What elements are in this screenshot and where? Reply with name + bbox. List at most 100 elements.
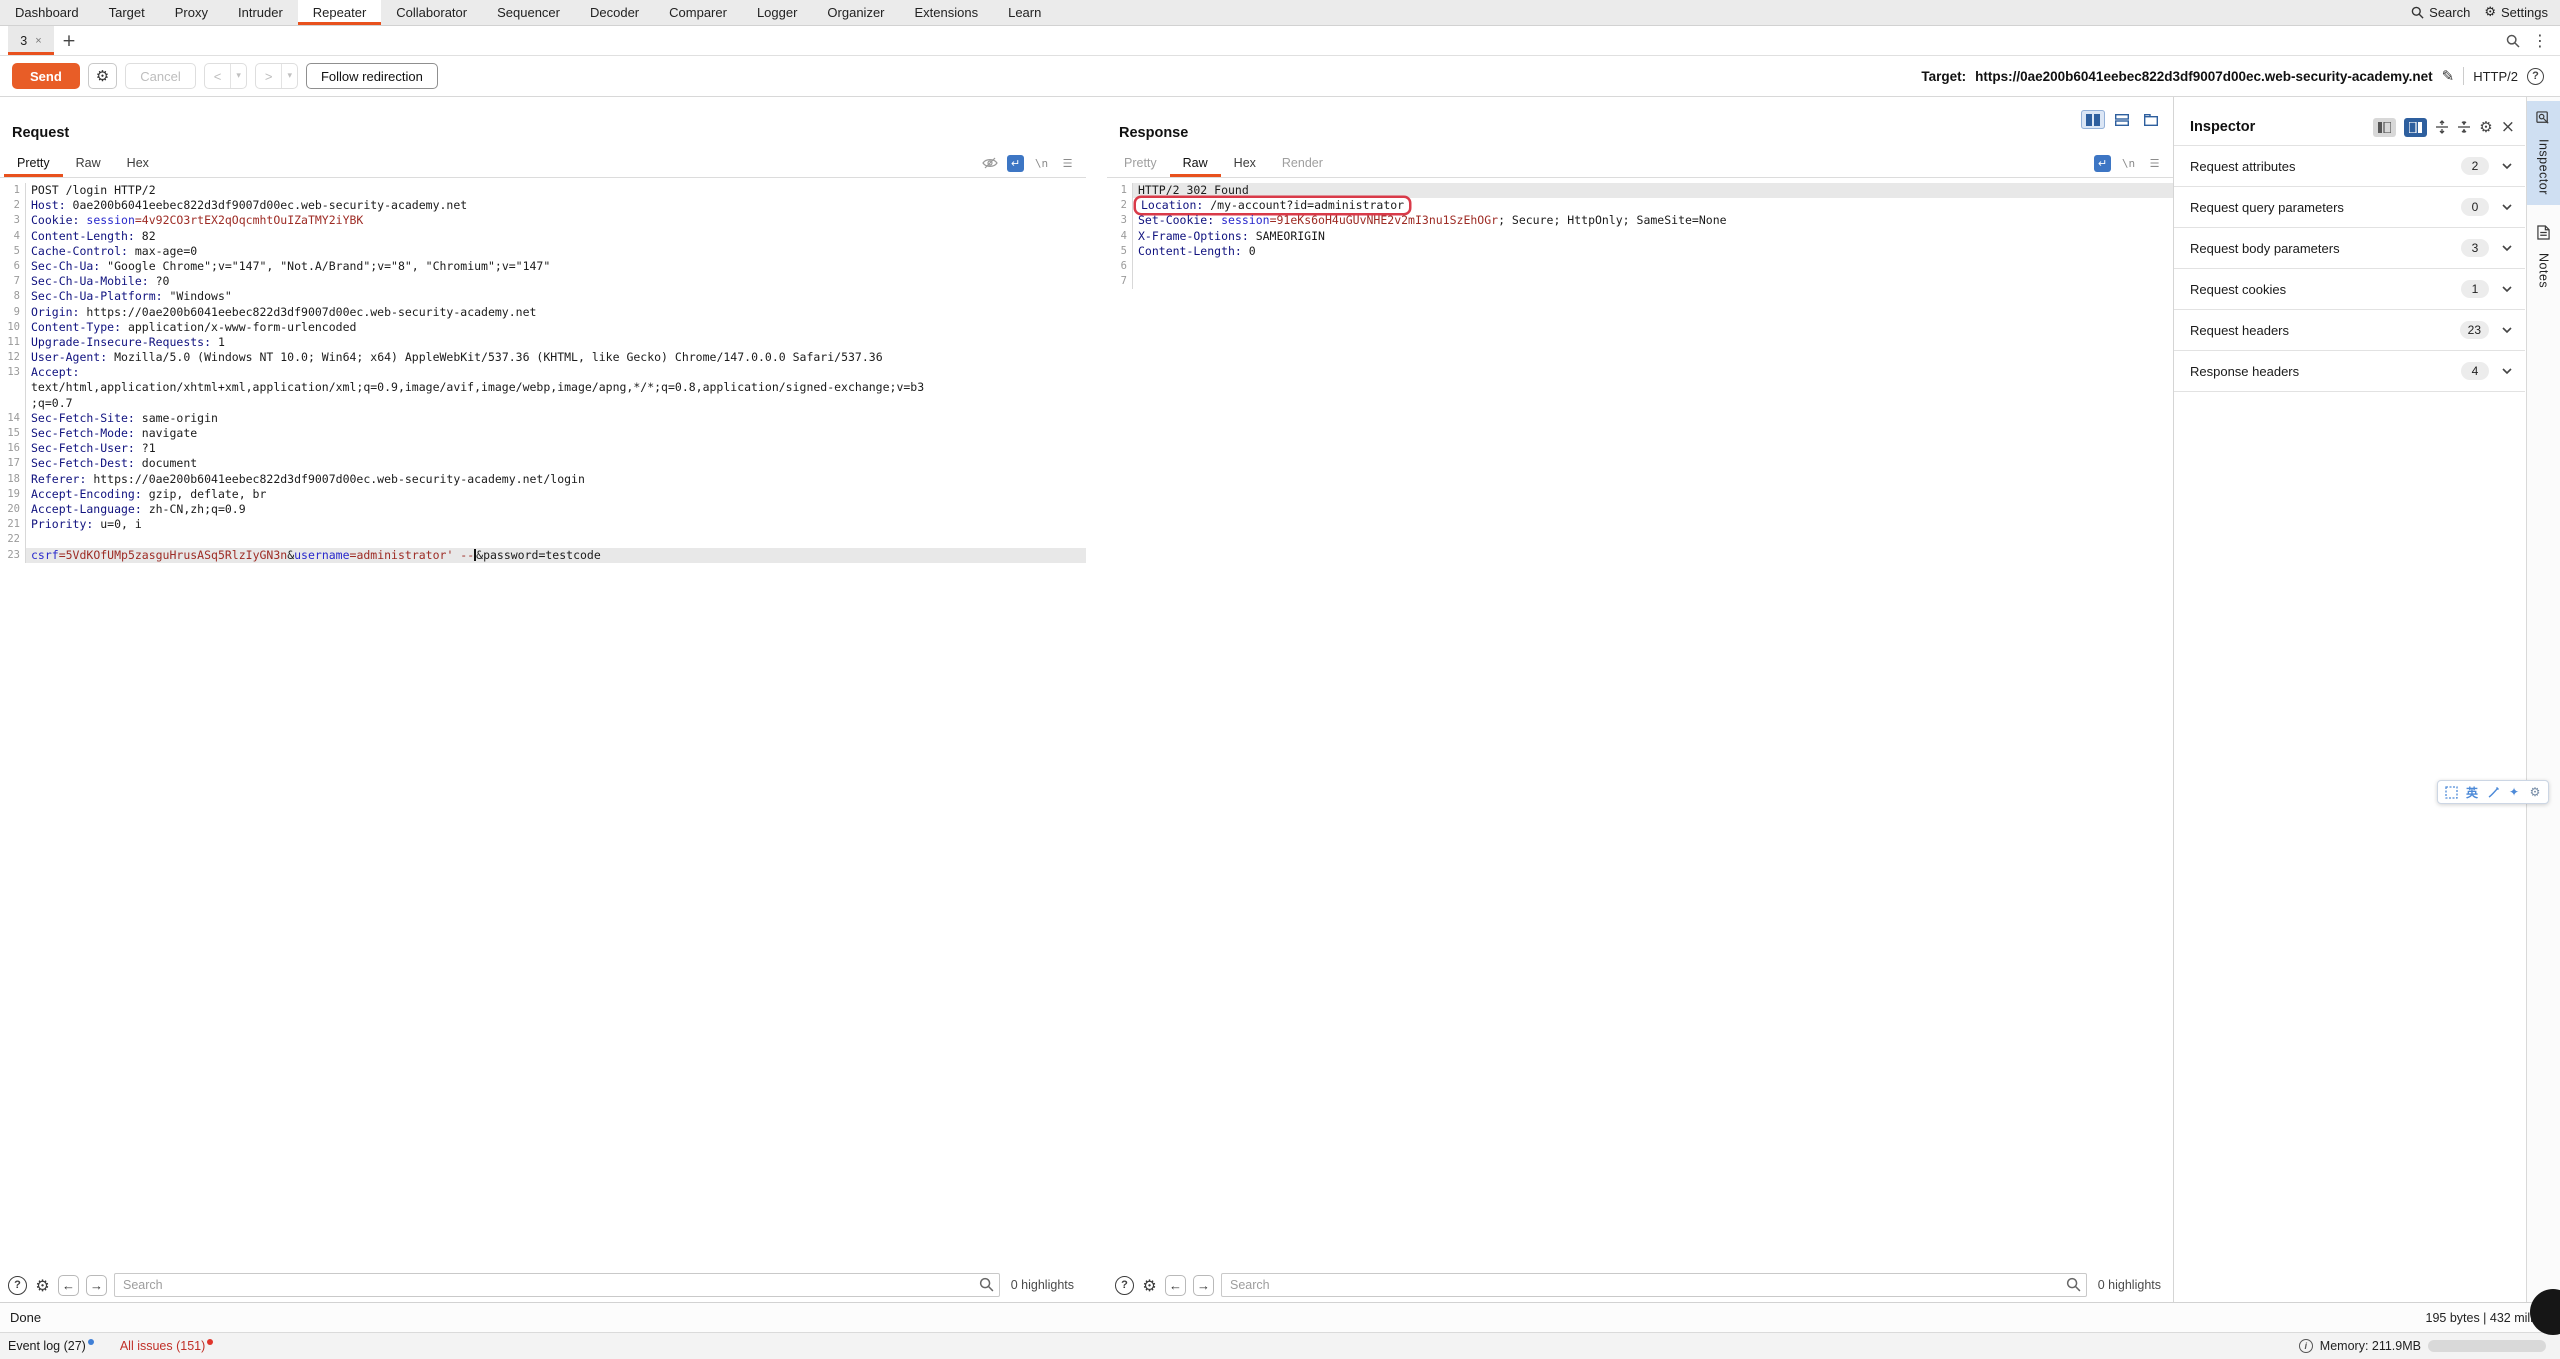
menu-item-organizer[interactable]: Organizer [812, 0, 899, 25]
side-tab-inspector[interactable]: Inspector [2527, 101, 2560, 205]
expand-all-icon[interactable] [2435, 120, 2449, 134]
memory-bar [2428, 1340, 2546, 1352]
search-prev-button[interactable]: ← [1165, 1274, 1186, 1296]
side-tab-notes[interactable]: Notes [2527, 215, 2560, 298]
menu-search-button[interactable]: Search [2411, 5, 2470, 20]
line-number: 2 [1107, 198, 1133, 214]
chevron-down-icon: ▾ [236, 71, 241, 81]
close-tab-icon[interactable]: × [35, 35, 41, 47]
next-request-button[interactable]: > ▾ [254, 63, 298, 89]
line-number: 2 [0, 198, 26, 214]
inspector-dock-left-button[interactable] [2373, 117, 2397, 137]
inspector-section-response-headers[interactable]: Response headers 4 [2174, 351, 2525, 392]
request-tab-raw[interactable]: Raw [63, 149, 114, 177]
translate-icon[interactable]: 英 [2463, 783, 2481, 801]
menu-item-decoder[interactable]: Decoder [575, 0, 654, 25]
menu-settings-button[interactable]: ⚙ Settings [2484, 5, 2548, 20]
search-settings-gear-icon[interactable]: ⚙ [1141, 1276, 1158, 1295]
protocol-label[interactable]: HTTP/2 [2473, 69, 2518, 84]
editor-menu-icon[interactable]: ☰ [2146, 155, 2163, 172]
sparkle-icon[interactable]: ✦ [2505, 783, 2523, 801]
menu-item-target[interactable]: Target [94, 0, 160, 25]
search-help-icon[interactable]: ? [8, 1275, 27, 1295]
count-badge: 2 [2461, 157, 2489, 175]
hide-nonprintable-eye-icon[interactable] [981, 155, 998, 172]
issues-dot [207, 1339, 214, 1345]
inspector-section-request-attributes[interactable]: Request attributes 2 [2174, 146, 2525, 187]
request-tab-hex[interactable]: Hex [114, 149, 162, 177]
more-options-icon[interactable]: ⋮ [2532, 31, 2548, 50]
edit-target-pencil-icon[interactable]: ✎ [2442, 67, 2455, 85]
soft-wrap-icon[interactable]: ↵ [2094, 154, 2111, 172]
menu-item-extensions[interactable]: Extensions [900, 0, 994, 25]
code-line: 7 Sec-Ch-Ua-Mobile: ?0 [0, 274, 1086, 290]
repeater-tab-3[interactable]: 3 × [8, 26, 54, 55]
chevron-down-icon [2501, 280, 2513, 298]
menu-item-proxy[interactable]: Proxy [160, 0, 223, 25]
response-metrics: 195 bytes | 432 millis [2425, 1310, 2543, 1325]
request-search-input[interactable] [114, 1273, 1000, 1297]
inspector-close-icon[interactable]: × [2501, 117, 2515, 137]
send-settings-button[interactable]: ⚙ [87, 63, 118, 89]
menu-item-comparer[interactable]: Comparer [654, 0, 742, 25]
code-line: 16 Sec-Fetch-User: ?1 [0, 441, 1086, 457]
newline-toggle-icon[interactable]: \n [1033, 155, 1050, 172]
search-prev-button[interactable]: ← [58, 1274, 79, 1296]
inspector-section-request-body-parameters[interactable]: Request body parameters 3 [2174, 228, 2525, 269]
request-editor[interactable]: 1 POST /login HTTP/2 2 Host: 0ae200b6041eeb… [0, 179, 1086, 1268]
menu-item-dashboard[interactable]: Dashboard [0, 0, 94, 25]
menu-item-learn[interactable]: Learn [993, 0, 1056, 25]
prev-request-button[interactable]: < ▾ [203, 63, 247, 89]
collapse-all-icon[interactable] [2457, 120, 2471, 134]
inspector-section-request-query-parameters[interactable]: Request query parameters 0 [2174, 187, 2525, 228]
count-badge: 4 [2461, 362, 2489, 380]
code-line: 3 Set-Cookie: session=91eKs6oH4uGUvNHE2v2… [1107, 213, 2173, 229]
all-issues-link[interactable]: All issues (151) [120, 1339, 214, 1353]
inspector-dock-right-button[interactable] [2404, 117, 2428, 137]
response-tab-pretty[interactable]: Pretty [1111, 149, 1170, 177]
right-sidebar: Inspector Notes [2526, 97, 2560, 1302]
search-settings-gear-icon[interactable]: ⚙ [34, 1276, 51, 1295]
soft-wrap-icon[interactable]: ↵ [1007, 154, 1024, 172]
selection-icon[interactable] [2442, 783, 2460, 801]
inspector-section-request-headers[interactable]: Request headers 23 [2174, 310, 2525, 351]
menu-item-intruder[interactable]: Intruder [223, 0, 298, 25]
event-log-link[interactable]: Event log (27) [8, 1339, 94, 1353]
line-number: 21 [0, 517, 26, 533]
menu-item-sequencer[interactable]: Sequencer [482, 0, 575, 25]
response-editor[interactable]: 1 HTTP/2 302 Found 2 Location: /my-account?… [1107, 179, 2173, 1268]
inspector-settings-gear-icon[interactable]: ⚙ [2479, 118, 2492, 136]
cancel-button[interactable]: Cancel [125, 63, 196, 89]
code-line: 12 User-Agent: Mozilla/5.0 (Windows NT 10… [0, 350, 1086, 366]
add-tab-button[interactable]: + [54, 26, 84, 55]
inspector-section-request-cookies[interactable]: Request cookies 1 [2174, 269, 2525, 310]
response-tab-hex[interactable]: Hex [1221, 149, 1269, 177]
layout-columns-button[interactable] [2081, 110, 2105, 129]
code-line: 9 Origin: https://0ae200b6041eebec822d3df… [0, 304, 1086, 320]
menu-item-repeater[interactable]: Repeater [297, 0, 382, 25]
chevron-down-icon [2501, 198, 2513, 216]
layout-rows-button[interactable] [2110, 110, 2134, 129]
line-number: 13 [0, 365, 26, 381]
menu-item-logger[interactable]: Logger [742, 0, 812, 25]
response-tab-raw[interactable]: Raw [1170, 149, 1221, 177]
search-next-button[interactable]: → [1193, 1274, 1214, 1296]
editor-menu-icon[interactable]: ☰ [1059, 155, 1076, 172]
layout-tabs-button[interactable] [2139, 110, 2163, 129]
search-help-icon[interactable]: ? [1115, 1275, 1134, 1295]
response-search-input[interactable] [1221, 1273, 2087, 1297]
request-searchbar: ? ⚙ ← → 0 highlights [0, 1268, 1086, 1302]
follow-redirection-button[interactable]: Follow redirection [305, 63, 438, 89]
overlay-settings-gear-icon[interactable]: ⚙ [2526, 783, 2544, 801]
code-line: 5 Content-Length: 0 [1107, 243, 2173, 259]
response-tab-render[interactable]: Render [1269, 149, 1336, 177]
help-icon[interactable]: ? [2527, 67, 2544, 85]
send-button[interactable]: Send [12, 63, 80, 89]
menu-item-collaborator[interactable]: Collaborator [381, 0, 482, 25]
pen-icon[interactable] [2484, 783, 2502, 801]
request-tab-pretty[interactable]: Pretty [4, 149, 63, 177]
newline-toggle-icon[interactable]: \n [2120, 155, 2137, 172]
repeater-toolbar: Send ⚙ Cancel < ▾ > ▾ Follow redirection… [0, 56, 2560, 97]
tab-search-icon[interactable] [2506, 34, 2520, 48]
search-next-button[interactable]: → [86, 1274, 107, 1296]
